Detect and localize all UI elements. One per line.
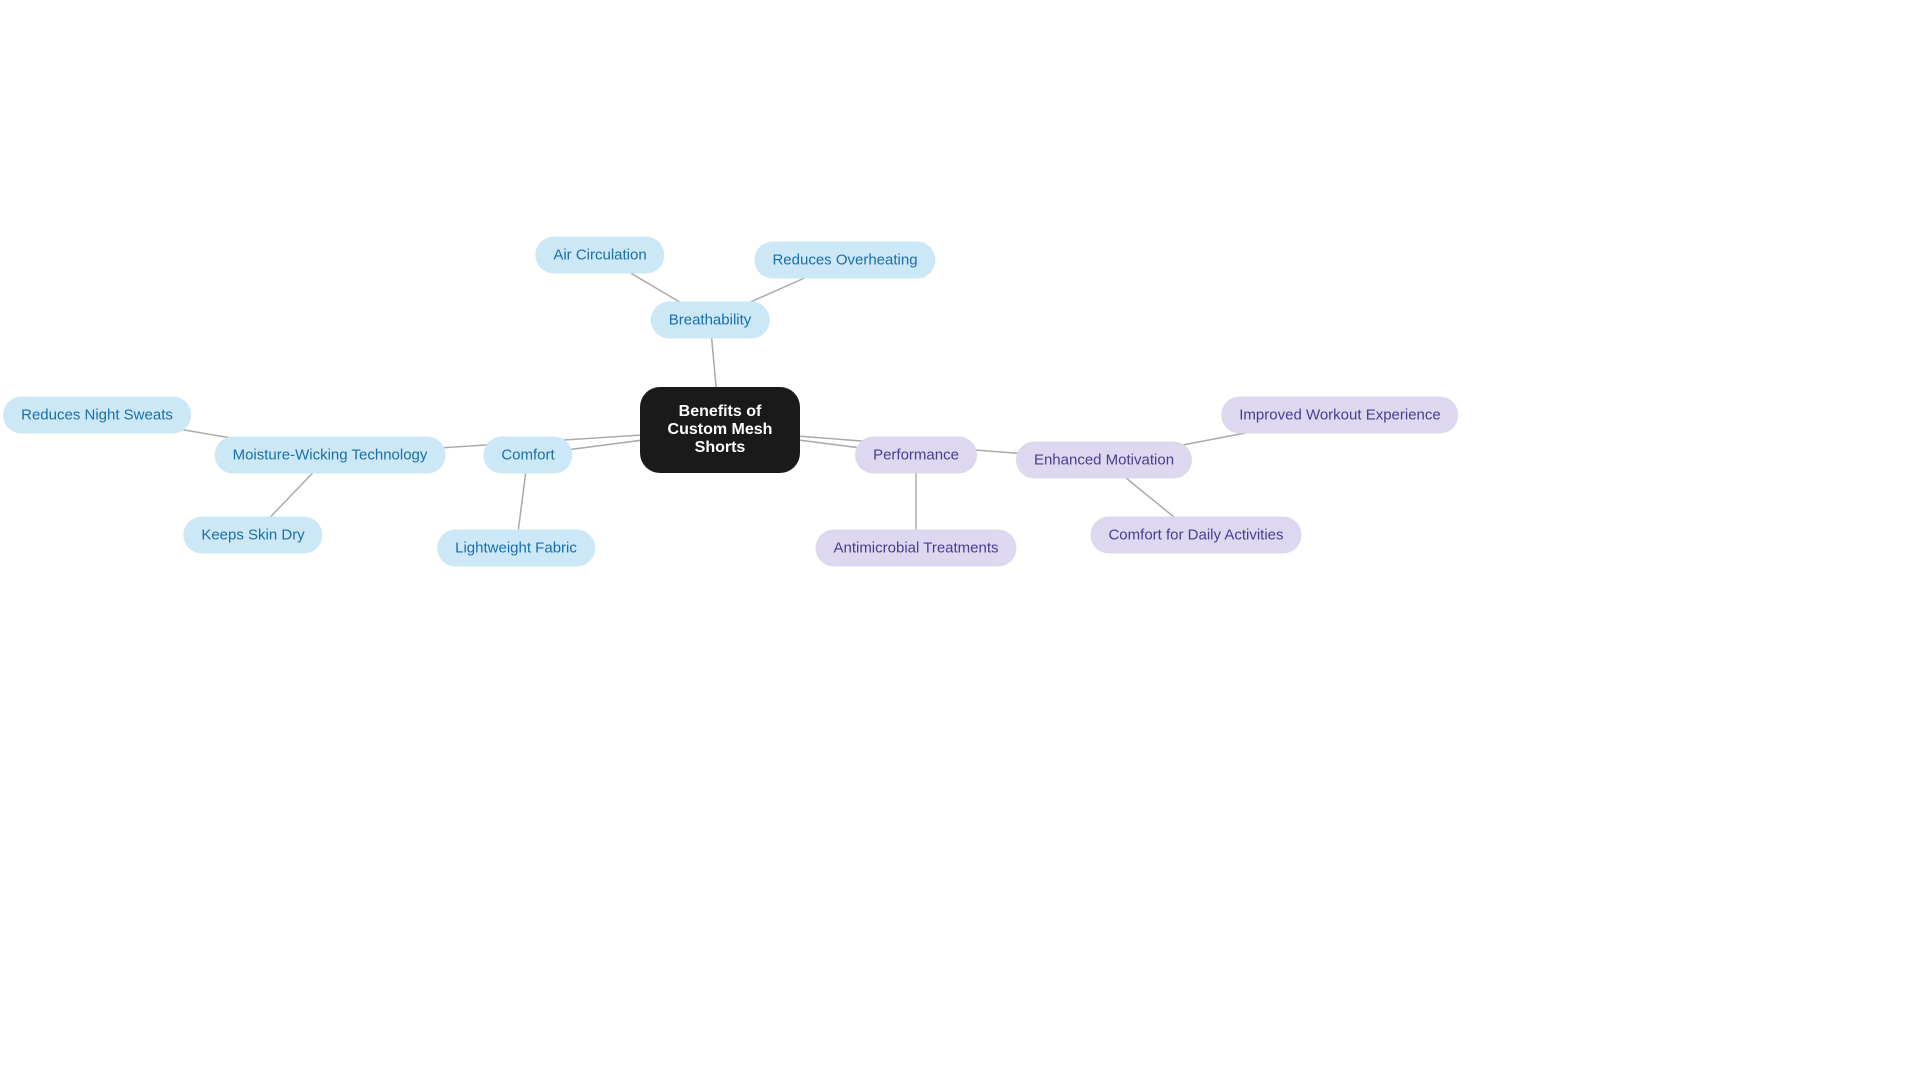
center-node: Benefits of Custom Mesh Shorts: [640, 387, 800, 473]
node-lightweight-fabric[interactable]: Lightweight Fabric: [437, 530, 595, 567]
node-improved-workout[interactable]: Improved Workout Experience: [1221, 397, 1458, 434]
node-performance[interactable]: Performance: [855, 437, 977, 474]
node-comfort-daily[interactable]: Comfort for Daily Activities: [1090, 517, 1301, 554]
node-enhanced-motivation[interactable]: Enhanced Motivation: [1016, 442, 1192, 479]
node-air-circulation[interactable]: Air Circulation: [535, 237, 664, 274]
node-comfort[interactable]: Comfort: [483, 437, 572, 474]
node-moisture-wicking[interactable]: Moisture-Wicking Technology: [215, 437, 446, 474]
node-reduces-night-sweats[interactable]: Reduces Night Sweats: [3, 397, 191, 434]
node-reduces-overheating[interactable]: Reduces Overheating: [754, 242, 935, 279]
mindmap-container: Benefits of Custom Mesh Shorts Breathabil…: [0, 0, 1920, 1083]
node-breathability[interactable]: Breathability: [651, 302, 770, 339]
node-antimicrobial[interactable]: Antimicrobial Treatments: [815, 530, 1016, 567]
node-keeps-skin-dry[interactable]: Keeps Skin Dry: [183, 517, 322, 554]
